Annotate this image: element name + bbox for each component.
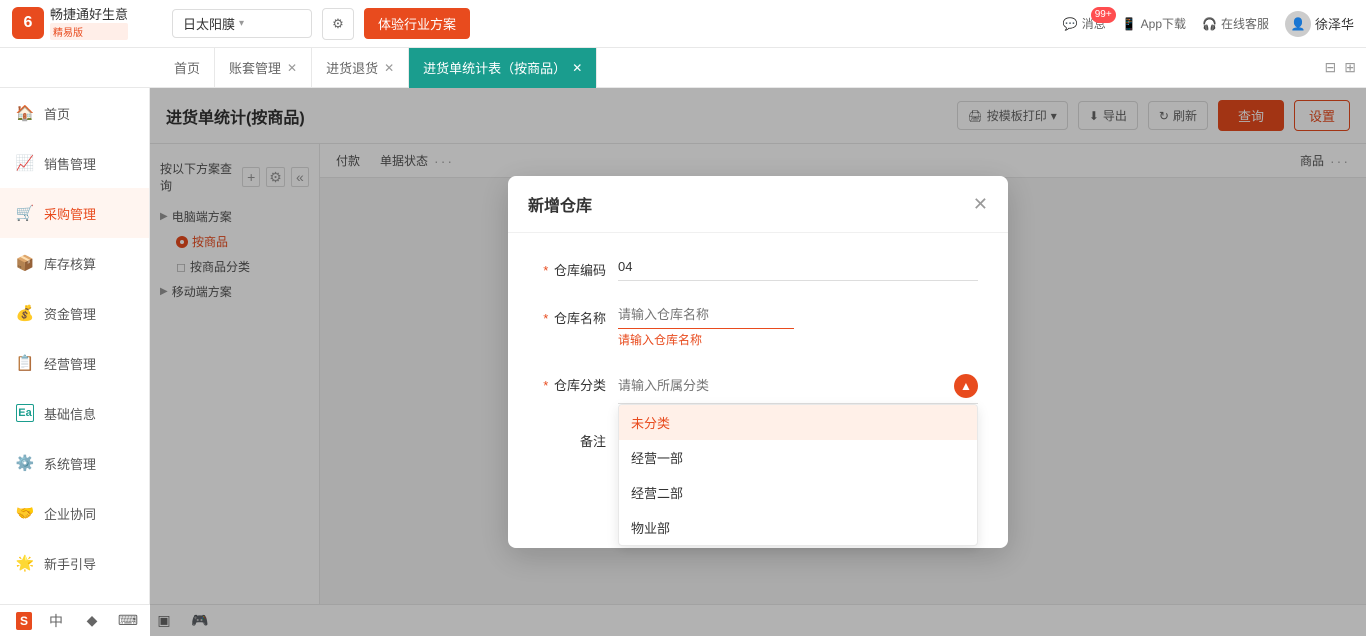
logo-area: 6 畅捷通好生意 精易版 xyxy=(12,7,162,41)
warehouse-name-error: 请输入仓库名称 xyxy=(618,331,978,348)
operations-icon: 📋 xyxy=(16,354,34,372)
settings-button[interactable]: ⚙ xyxy=(322,8,354,40)
warehouse-category-input[interactable] xyxy=(618,372,954,399)
basic-info-icon: Ea xyxy=(16,404,34,422)
warehouse-category-row: * 仓库分类 ▲ 未分类 经营一部 经 xyxy=(538,368,978,404)
category-dropdown-list: 未分类 经营一部 经营二部 物业部 xyxy=(618,404,978,546)
new-warehouse-modal: 新增仓库 ✕ * 仓库编码 * xyxy=(508,176,1008,548)
app-logo-icon: 6 xyxy=(12,7,44,39)
sidebar-item-purchase[interactable]: 🛒 采购管理 xyxy=(0,188,149,238)
sidebar: 🏠 首页 📈 销售管理 🛒 采购管理 📦 库存核算 💰 资金管理 📋 经营管理 … xyxy=(0,88,150,636)
tab-purchase-stats-label: 进货单统计表（按商品） xyxy=(423,58,566,77)
modal-header: 新增仓库 ✕ xyxy=(508,176,1008,233)
warehouse-category-label: * 仓库分类 xyxy=(538,368,618,394)
keyboard-icon[interactable]: ⌨ xyxy=(116,609,140,633)
tab-account-management[interactable]: 账套管理 ✕ xyxy=(215,48,312,88)
close-icon[interactable]: ✕ xyxy=(287,61,297,75)
sidebar-purchase-label: 采购管理 xyxy=(44,204,96,223)
message-badge: 99+ xyxy=(1091,7,1116,23)
close-icon[interactable]: ✕ xyxy=(572,61,582,75)
modal-body: * 仓库编码 * 仓库名称 请输入仓库名称 xyxy=(508,233,1008,482)
warehouse-notes-label: 备注 xyxy=(538,424,618,450)
sidebar-item-system[interactable]: ⚙️ 系统管理 xyxy=(0,438,149,488)
try-industry-button[interactable]: 体验行业方案 xyxy=(364,8,470,39)
headset-icon: 🎧 xyxy=(1202,17,1217,31)
sidebar-item-home[interactable]: 🏠 首页 xyxy=(0,88,149,138)
main-layout: 🏠 首页 📈 销售管理 🛒 采购管理 📦 库存核算 💰 资金管理 📋 经营管理 … xyxy=(0,88,1366,636)
brand-name: 畅捷通好生意 xyxy=(50,7,128,24)
chinese-input-icon[interactable]: 中 xyxy=(44,609,68,633)
sidebar-item-guide[interactable]: 🌟 新手引导 xyxy=(0,538,149,588)
sidebar-item-basic-info[interactable]: Ea 基础信息 xyxy=(0,388,149,438)
customer-service-label: 在线客服 xyxy=(1221,15,1269,32)
modal-close-button[interactable]: ✕ xyxy=(973,194,988,215)
dropdown-item-dept1[interactable]: 经营一部 xyxy=(619,440,977,475)
sidebar-guide-label: 新手引导 xyxy=(44,554,96,573)
tab-bar: 首页 账套管理 ✕ 进货退货 ✕ 进货单统计表（按商品） ✕ ⊟ ⊞ xyxy=(0,48,1366,88)
finance-icon: 💰 xyxy=(16,304,34,322)
tab-purchase-returns-label: 进货退货 xyxy=(326,58,378,77)
warehouse-name-input[interactable] xyxy=(618,301,794,329)
header-right: 💬 消息 99+ 📱 App下载 🎧 在线客服 👤 徐泽华 xyxy=(1063,11,1354,37)
dropdown-item-dept2[interactable]: 经营二部 xyxy=(619,475,977,510)
tab-purchase-stats[interactable]: 进货单统计表（按商品） ✕ xyxy=(409,48,597,88)
sidebar-item-operations[interactable]: 📋 经营管理 xyxy=(0,338,149,388)
user-area[interactable]: 👤 徐泽华 xyxy=(1285,11,1354,37)
warehouse-name-label: * 仓库名称 xyxy=(538,301,618,327)
sidebar-home-label: 首页 xyxy=(44,104,70,123)
customer-service-button[interactable]: 🎧 在线客服 xyxy=(1202,15,1269,32)
sidebar-item-inventory[interactable]: 📦 库存核算 xyxy=(0,238,149,288)
top-header: 6 畅捷通好生意 精易版 日太阳膜 ▾ ⚙ 体验行业方案 💬 消息 99+ 📱 … xyxy=(0,0,1366,48)
app-download-label: App下载 xyxy=(1141,15,1186,32)
sidebar-inventory-label: 库存核算 xyxy=(44,254,96,273)
message-icon: 💬 xyxy=(1063,17,1078,31)
sidebar-system-label: 系统管理 xyxy=(44,454,96,473)
home-icon: 🏠 xyxy=(16,104,34,122)
store-name: 日太阳膜 xyxy=(183,14,235,33)
warehouse-code-input[interactable] xyxy=(618,253,978,281)
expand-tabs-button[interactable]: ⊞ xyxy=(1344,59,1356,76)
app-download-button[interactable]: 📱 App下载 xyxy=(1122,15,1186,32)
warehouse-code-label: * 仓库编码 xyxy=(538,253,618,279)
tab-home-label: 首页 xyxy=(174,58,200,77)
sales-icon: 📈 xyxy=(16,154,34,172)
messages-button[interactable]: 💬 消息 99+ xyxy=(1063,15,1106,32)
phone-icon: 📱 xyxy=(1122,17,1137,31)
sidebar-finance-label: 资金管理 xyxy=(44,304,96,323)
edition-badge: 精易版 xyxy=(50,23,128,40)
modal-title: 新增仓库 xyxy=(528,192,592,216)
modal-overlay: 新增仓库 ✕ * 仓库编码 * xyxy=(150,88,1366,636)
tab-end-controls: ⊟ ⊞ xyxy=(1315,59,1366,76)
system-icon: ⚙️ xyxy=(16,454,34,472)
category-dropdown-toggle[interactable]: ▲ xyxy=(954,374,978,398)
avatar: 👤 xyxy=(1285,11,1311,37)
gear-icon: ⚙ xyxy=(332,16,344,32)
inventory-icon: 📦 xyxy=(16,254,34,272)
sidebar-item-sales[interactable]: 📈 销售管理 xyxy=(0,138,149,188)
s-brand-icon: S xyxy=(16,612,32,630)
sidebar-item-finance[interactable]: 💰 资金管理 xyxy=(0,288,149,338)
purchase-icon: 🛒 xyxy=(16,204,34,222)
tab-account-management-label: 账套管理 xyxy=(229,58,281,77)
sidebar-sales-label: 销售管理 xyxy=(44,154,96,173)
sidebar-collab-label: 企业协同 xyxy=(44,504,96,523)
sidebar-operations-label: 经营管理 xyxy=(44,354,96,373)
guide-icon: 🌟 xyxy=(16,554,34,572)
dropdown-item-dept3[interactable]: 物业部 xyxy=(619,510,977,545)
tab-purchase-returns[interactable]: 进货退货 ✕ xyxy=(312,48,409,88)
tab-home[interactable]: 首页 xyxy=(160,48,215,88)
minimize-tabs-button[interactable]: ⊟ xyxy=(1325,59,1337,76)
dropdown-item-uncategorized[interactable]: 未分类 xyxy=(619,405,977,440)
collab-icon: 🤝 xyxy=(16,504,34,522)
close-icon[interactable]: ✕ xyxy=(384,61,394,75)
diamond-icon[interactable]: ◆ xyxy=(80,609,104,633)
sidebar-basic-info-label: 基础信息 xyxy=(44,404,96,423)
user-name: 徐泽华 xyxy=(1315,14,1354,33)
content-area: 进货单统计(按商品) 🖨 按模板打印 ▾ ⬇ 导出 ↻ 刷新 查询 设置 xyxy=(150,88,1366,636)
store-selector[interactable]: 日太阳膜 ▾ xyxy=(172,9,312,38)
warehouse-code-row: * 仓库编码 xyxy=(538,253,978,281)
chevron-down-icon: ▾ xyxy=(239,18,244,29)
sidebar-item-collab[interactable]: 🤝 企业协同 xyxy=(0,488,149,538)
warehouse-name-row: * 仓库名称 请输入仓库名称 xyxy=(538,301,978,348)
